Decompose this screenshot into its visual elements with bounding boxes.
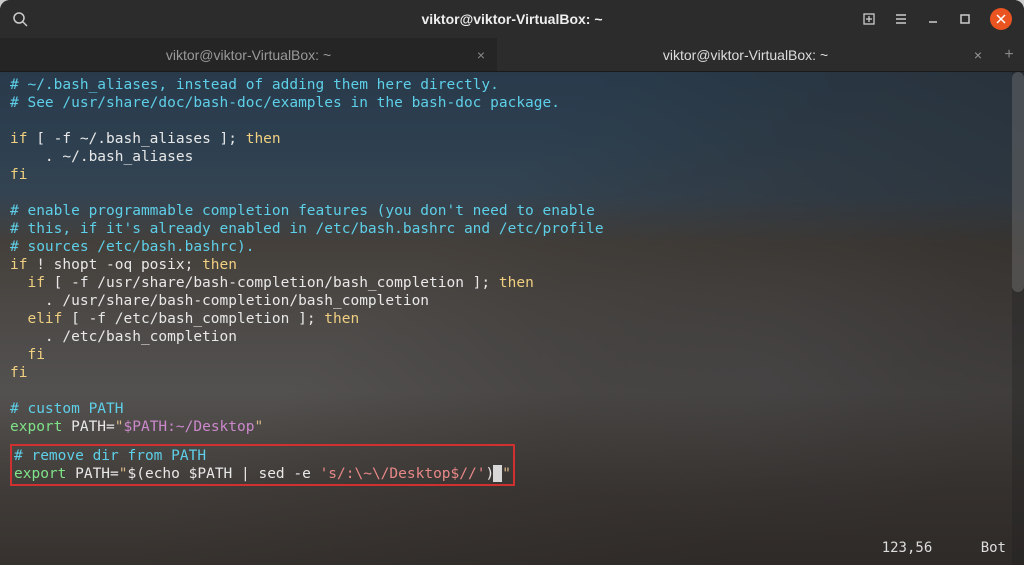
window-controls: [862, 8, 1012, 30]
minimize-button[interactable]: [926, 12, 940, 26]
tab-label: viktor@viktor-VirtualBox: ~: [166, 47, 331, 63]
tab-2[interactable]: viktor@viktor-VirtualBox: ~ ×: [497, 38, 994, 71]
close-icon[interactable]: ×: [477, 47, 485, 63]
titlebar: viktor@viktor-VirtualBox: ~: [0, 0, 1024, 38]
menu-icon[interactable]: [894, 12, 908, 26]
editor-text: # ~/.bash_aliases, instead of adding the…: [0, 72, 1024, 565]
tabbar: viktor@viktor-VirtualBox: ~ × viktor@vik…: [0, 38, 1024, 72]
new-tab-icon[interactable]: [862, 12, 876, 26]
tab-label: viktor@viktor-VirtualBox: ~: [663, 47, 828, 63]
vim-statusbar: 123,56 Bot: [842, 539, 1006, 557]
maximize-button[interactable]: [958, 12, 972, 26]
scrollbar-thumb[interactable]: [1012, 72, 1024, 292]
tab-1[interactable]: viktor@viktor-VirtualBox: ~ ×: [0, 38, 497, 71]
window-title: viktor@viktor-VirtualBox: ~: [421, 11, 602, 27]
close-button[interactable]: [990, 8, 1012, 30]
new-tab-button[interactable]: +: [994, 38, 1024, 71]
terminal-window: viktor@viktor-VirtualBox: ~: [0, 0, 1024, 565]
cursor: [493, 465, 502, 482]
close-icon[interactable]: ×: [974, 47, 982, 63]
terminal-content[interactable]: # ~/.bash_aliases, instead of adding the…: [0, 72, 1024, 565]
scrollbar[interactable]: [1012, 72, 1024, 565]
cursor-position: 123,56: [882, 540, 933, 556]
scroll-location: Bot: [981, 540, 1006, 556]
highlighted-region: # remove dir from PATH export PATH="$(ec…: [10, 444, 515, 486]
search-icon[interactable]: [12, 11, 28, 27]
